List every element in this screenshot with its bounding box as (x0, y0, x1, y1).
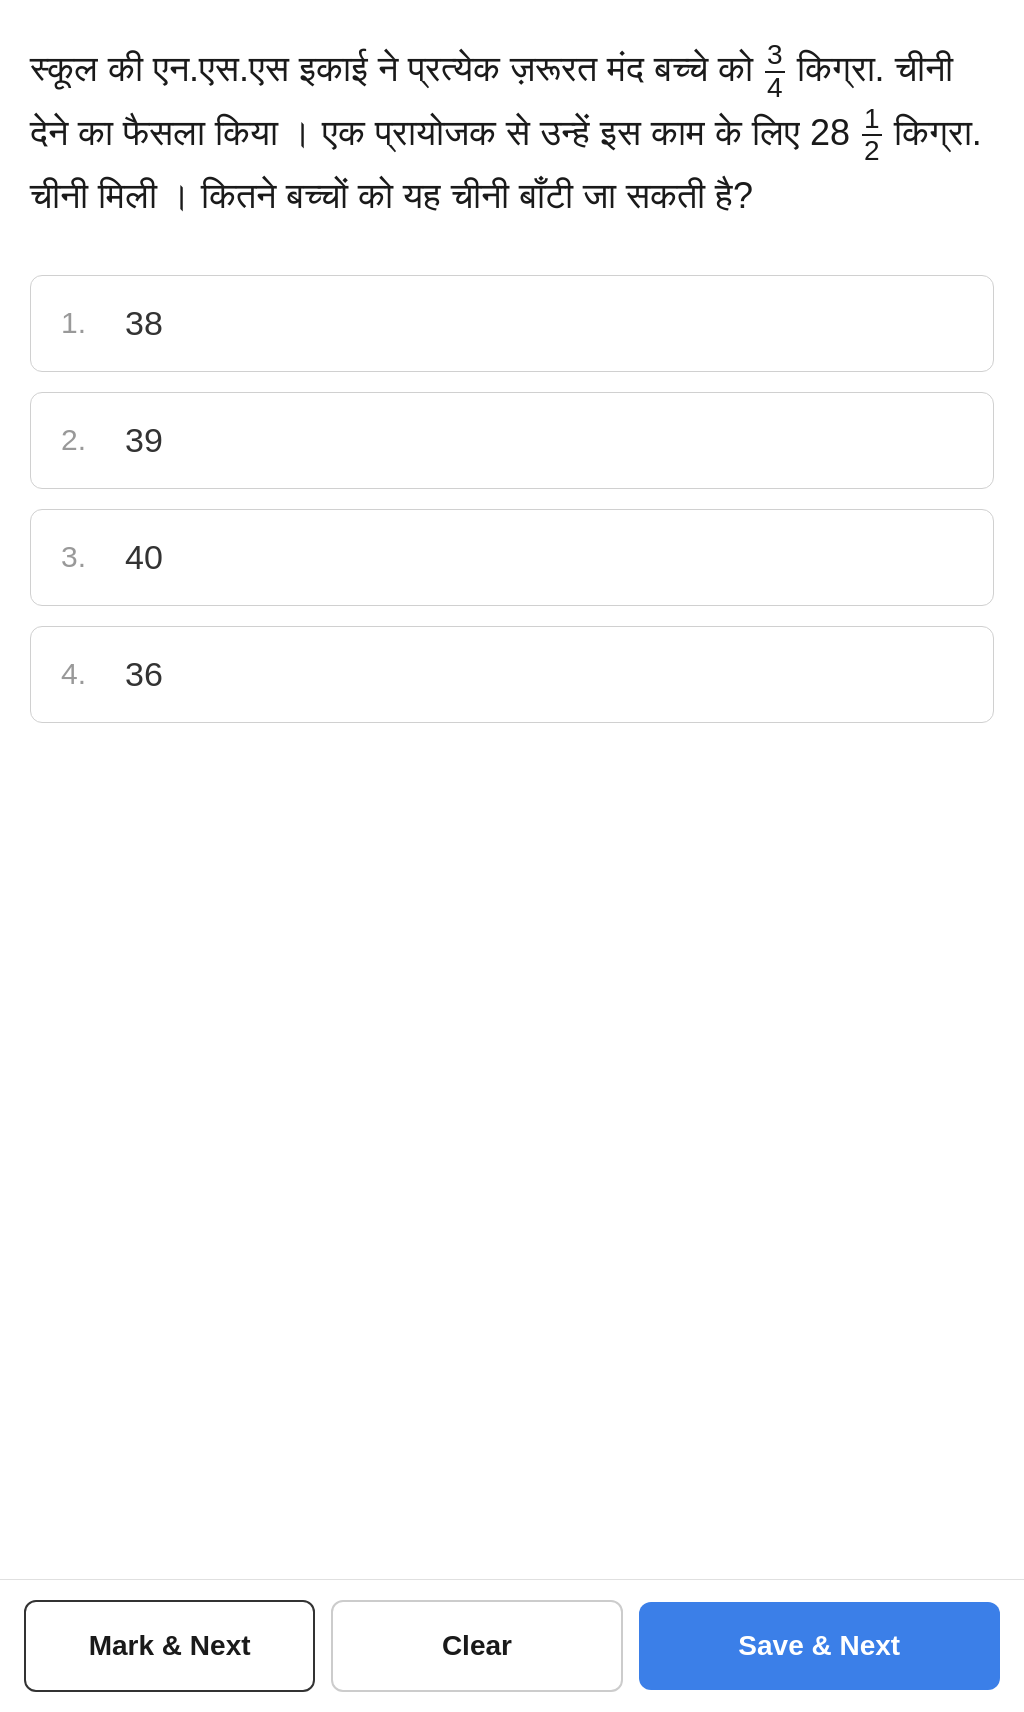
option-2[interactable]: 2. 39 (30, 392, 994, 489)
mark-next-button[interactable]: Mark & Next (24, 1600, 315, 1692)
option-1-number: 1. (61, 306, 101, 340)
option-3-value: 40 (125, 538, 163, 577)
question-text: स्कूल की एन.एस.एस इकाई ने प्रत्येक ज़रूर… (30, 40, 994, 225)
option-2-number: 2. (61, 423, 101, 457)
option-4[interactable]: 4. 36 (30, 626, 994, 723)
option-4-value: 36 (125, 655, 163, 694)
save-next-button[interactable]: Save & Next (639, 1602, 1000, 1690)
bottom-buttons: Mark & Next Clear Save & Next (0, 1579, 1024, 1712)
option-1[interactable]: 1. 38 (30, 275, 994, 372)
clear-button[interactable]: Clear (331, 1600, 622, 1692)
option-1-value: 38 (125, 304, 163, 343)
fraction-three-fourths: 3 4 (765, 40, 785, 104)
option-4-number: 4. (61, 657, 101, 691)
option-2-value: 39 (125, 421, 163, 460)
option-3[interactable]: 3. 40 (30, 509, 994, 606)
options-container: 1. 38 2. 39 3. 40 4. 36 (30, 275, 994, 723)
fraction-one-half: 1 2 (862, 104, 882, 168)
option-3-number: 3. (61, 540, 101, 574)
